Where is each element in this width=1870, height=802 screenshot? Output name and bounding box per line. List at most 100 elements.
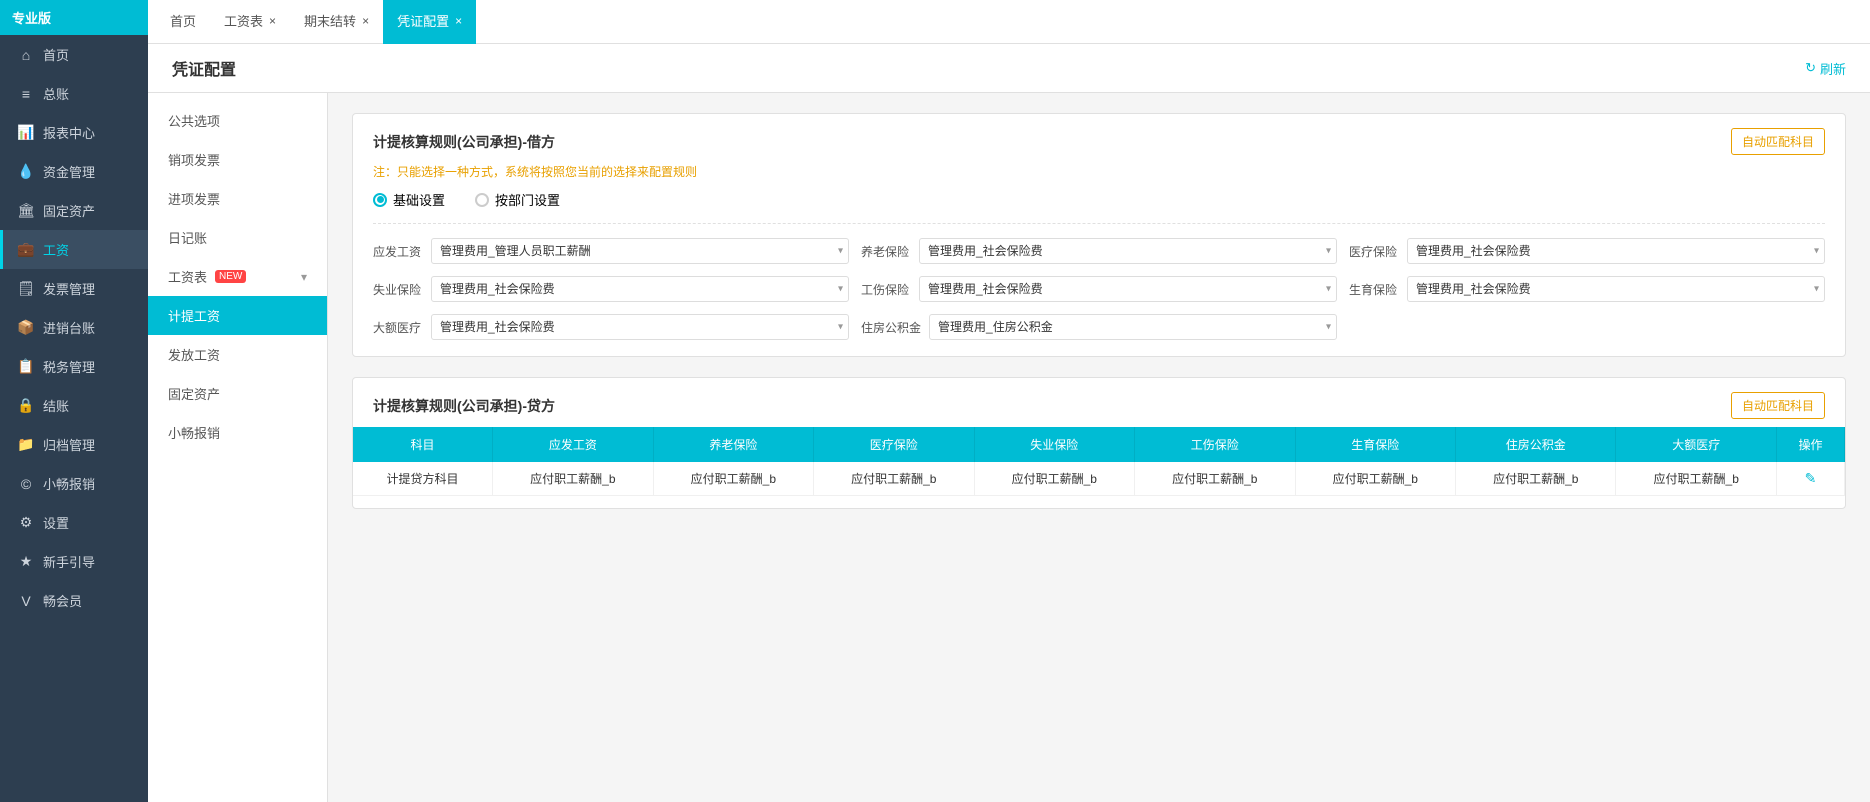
- sidebar-item-tax[interactable]: 📋 税务管理: [0, 347, 148, 386]
- tax-icon: 📋: [17, 358, 35, 375]
- credit-table: 科目 应发工资 养老保险 医疗保险 失业保险 工伤保险 生育保险 住房公积金 大…: [353, 427, 1845, 496]
- col-pension: 养老保险: [653, 427, 813, 462]
- field-pension-label: 养老保险: [861, 243, 911, 260]
- sidebar-item-assets[interactable]: 🏛 固定资产: [0, 191, 148, 230]
- sidebar-item-settings[interactable]: ⚙ 设置: [0, 503, 148, 542]
- tab-period-end-close[interactable]: ×: [362, 14, 369, 28]
- nav-journal[interactable]: 日记账: [148, 218, 327, 257]
- field-housing: 住房公积金 管理费用_住房公积金: [861, 314, 1337, 340]
- edit-icon[interactable]: ✎: [1805, 470, 1817, 486]
- field-unemployment-select[interactable]: 管理费用_社会保险费: [431, 276, 849, 302]
- tab-home[interactable]: 首页: [156, 0, 210, 44]
- nav-purchase-invoice[interactable]: 进项发票: [148, 179, 327, 218]
- field-salary-label: 应发工资: [373, 243, 423, 260]
- row-large-medical: 应付职工薪酬_b: [1616, 462, 1776, 496]
- tab-salary-close[interactable]: ×: [269, 14, 276, 28]
- row-housing: 应付职工薪酬_b: [1456, 462, 1616, 496]
- sidebar-item-home[interactable]: ⌂ 首页: [0, 35, 148, 74]
- right-panel: 计提核算规则(公司承担)-借方 自动匹配科目 注：只能选择一种方式，系统将按照您…: [328, 93, 1870, 802]
- page-title: 凭证配置: [172, 56, 236, 80]
- nav-payroll-table[interactable]: 工资表 NEW ▾: [148, 257, 327, 296]
- nav-calc-payroll[interactable]: 计提工资: [148, 296, 327, 335]
- field-salary-select[interactable]: 管理费用_管理人员职工薪酬: [431, 238, 849, 264]
- debit-section: 计提核算规则(公司承担)-借方 自动匹配科目 注：只能选择一种方式，系统将按照您…: [352, 113, 1846, 357]
- nav-fixed-assets[interactable]: 固定资产: [148, 374, 327, 413]
- guide-icon: ★: [17, 553, 35, 570]
- col-medical: 医疗保险: [814, 427, 974, 462]
- sidebar-item-reports[interactable]: 📊 报表中心: [0, 113, 148, 152]
- credit-table-container: 科目 应发工资 养老保险 医疗保险 失业保险 工伤保险 生育保险 住房公积金 大…: [353, 427, 1845, 508]
- field-large-medical-label: 大额医疗: [373, 319, 423, 336]
- nav-xiaochang-exp[interactable]: 小畅报销: [148, 413, 327, 452]
- row-pension: 应付职工薪酬_b: [653, 462, 813, 496]
- debit-auto-match-button[interactable]: 自动匹配科目: [1731, 128, 1825, 155]
- radio-department[interactable]: 按部门设置: [475, 190, 560, 209]
- nav-sales-invoice[interactable]: 销项发票: [148, 140, 327, 179]
- credit-auto-match-button[interactable]: 自动匹配科目: [1731, 392, 1825, 419]
- sidebar-item-inventory[interactable]: 📦 进销台账: [0, 308, 148, 347]
- col-action: 操作: [1776, 427, 1844, 462]
- field-unemployment-label: 失业保险: [373, 281, 423, 298]
- invoices-icon: 🗒: [17, 280, 35, 297]
- field-housing-label: 住房公积金: [861, 319, 921, 336]
- reports-icon: 📊: [17, 124, 35, 141]
- sidebar-item-xiaochang[interactable]: © 小畅报销: [0, 464, 148, 503]
- tab-voucher-config-close[interactable]: ×: [455, 14, 462, 28]
- radio-department-circle: [475, 193, 489, 207]
- field-medical-select[interactable]: 管理费用_社会保险费: [1407, 238, 1825, 264]
- field-pension-select[interactable]: 管理费用_社会保险费: [919, 238, 1337, 264]
- col-housing: 住房公积金: [1456, 427, 1616, 462]
- field-medical: 医疗保险 管理费用_社会保险费: [1349, 238, 1825, 264]
- field-injury-select[interactable]: 管理费用_社会保险费: [919, 276, 1337, 302]
- field-injury-label: 工伤保险: [861, 281, 911, 298]
- col-large-medical: 大额医疗: [1616, 427, 1776, 462]
- new-badge: NEW: [215, 270, 246, 283]
- refresh-button[interactable]: ↻ 刷新: [1805, 59, 1846, 78]
- radio-basic[interactable]: 基础设置: [373, 190, 445, 209]
- debit-note: 注：只能选择一种方式，系统将按照您当前的选择来配置规则: [353, 163, 1845, 190]
- sidebar-item-ledger[interactable]: ≡ 总账: [0, 74, 148, 113]
- table-row: 计提贷方科目 应付职工薪酬_b 应付职工薪酬_b 应付职工薪酬_b 应付职工薪酬…: [353, 462, 1845, 496]
- settings-icon: ⚙: [17, 514, 35, 531]
- row-action[interactable]: ✎: [1776, 462, 1844, 496]
- debit-section-header: 计提核算规则(公司承担)-借方 自动匹配科目: [353, 114, 1845, 163]
- row-unemployment: 应付职工薪酬_b: [974, 462, 1134, 496]
- sidebar-item-payroll[interactable]: 💼 工资: [0, 230, 148, 269]
- field-salary-select-wrapper: 管理费用_管理人员职工薪酬: [431, 238, 849, 264]
- sidebar-item-vip[interactable]: V 畅会员: [0, 581, 148, 620]
- field-unemployment: 失业保险 管理费用_社会保险费: [373, 276, 849, 302]
- tab-salary[interactable]: 工资表 ×: [210, 0, 290, 44]
- credit-section: 计提核算规则(公司承担)-贷方 自动匹配科目 科目 应发工资 养老保险 医疗保险…: [352, 377, 1846, 509]
- topbar: 首页 工资表 × 期末结转 × 凭证配置 ×: [148, 0, 1870, 44]
- sidebar-item-guide[interactable]: ★ 新手引导: [0, 542, 148, 581]
- inventory-icon: 📦: [17, 319, 35, 336]
- sidebar-item-archive[interactable]: 📁 归档管理: [0, 425, 148, 464]
- app-title: 专业版: [0, 0, 148, 35]
- radio-group: 基础设置 按部门设置: [353, 190, 1845, 223]
- field-maternity-label: 生育保险: [1349, 281, 1399, 298]
- tab-voucher-config[interactable]: 凭证配置 ×: [383, 0, 476, 44]
- sidebar-item-funds[interactable]: 💧 资金管理: [0, 152, 148, 191]
- field-housing-select-wrapper: 管理费用_住房公积金: [929, 314, 1337, 340]
- funds-icon: 💧: [17, 163, 35, 180]
- sidebar: 专业版 ⌂ 首页 ≡ 总账 📊 报表中心 💧 资金管理 🏛 固定资产 💼 工资 …: [0, 0, 148, 802]
- xiaochang-icon: ©: [17, 476, 35, 492]
- row-subject: 计提贷方科目: [353, 462, 493, 496]
- field-large-medical-select[interactable]: 管理费用_社会保险费: [431, 314, 849, 340]
- nav-public[interactable]: 公共选项: [148, 101, 327, 140]
- sidebar-item-invoices[interactable]: 🗒 发票管理: [0, 269, 148, 308]
- field-maternity-select[interactable]: 管理费用_社会保险费: [1407, 276, 1825, 302]
- home-icon: ⌂: [17, 47, 35, 63]
- sidebar-item-close[interactable]: 🔒 结账: [0, 386, 148, 425]
- refresh-icon: ↻: [1805, 60, 1816, 76]
- payroll-icon: 💼: [17, 241, 35, 258]
- field-large-medical-select-wrapper: 管理费用_社会保险费: [431, 314, 849, 340]
- col-maternity: 生育保险: [1295, 427, 1455, 462]
- field-housing-select[interactable]: 管理费用_住房公积金: [929, 314, 1337, 340]
- left-nav: 公共选项 销项发票 进项发票 日记账 工资表 NEW ▾ 计提工资 发放工资: [148, 93, 328, 802]
- row-maternity: 应付职工薪酬_b: [1295, 462, 1455, 496]
- main-area: 首页 工资表 × 期末结转 × 凭证配置 × 凭证配置 ↻ 刷新 公共选项: [148, 0, 1870, 802]
- nav-issue-payroll[interactable]: 发放工资: [148, 335, 327, 374]
- tab-period-end[interactable]: 期末结转 ×: [290, 0, 383, 44]
- credit-section-title: 计提核算规则(公司承担)-贷方: [373, 396, 555, 416]
